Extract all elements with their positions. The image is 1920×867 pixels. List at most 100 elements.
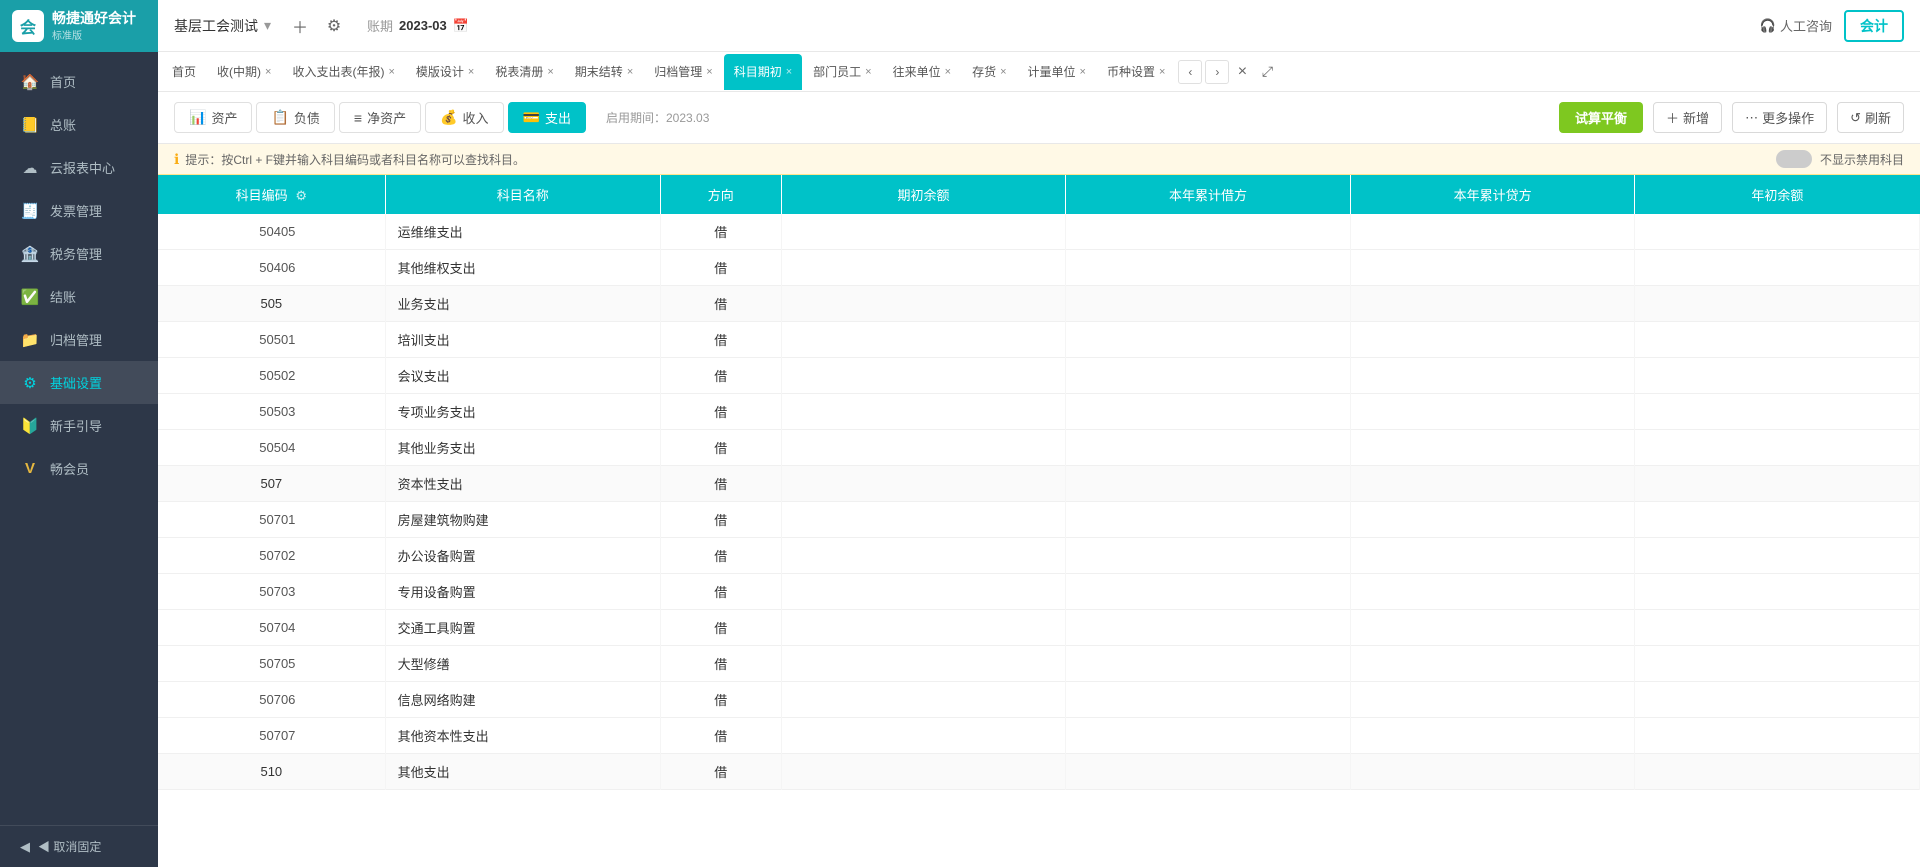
sub-tab-income[interactable]: 💰 收入	[425, 102, 503, 133]
cell-direction: 借	[660, 574, 781, 610]
tab-close-icon[interactable]: ×	[468, 66, 474, 78]
cell-opening[interactable]	[781, 430, 1066, 466]
table-row[interactable]: 50704 交通工具购置 借	[158, 610, 1920, 646]
sidebar-item-vip[interactable]: V 畅会员	[0, 447, 158, 490]
tabs-next-btn[interactable]: ›	[1205, 60, 1229, 84]
topbar-actions: ＋ ⚙	[287, 13, 347, 39]
tab-inventory[interactable]: 存货 ×	[962, 54, 1016, 90]
account-btn[interactable]: 会计	[1844, 10, 1904, 42]
cell-opening[interactable]	[781, 322, 1066, 358]
column-settings-icon[interactable]: ⚙	[295, 188, 307, 203]
balance-btn[interactable]: 试算平衡	[1559, 102, 1643, 133]
cell-opening[interactable]	[781, 682, 1066, 718]
sub-tab-net-asset[interactable]: ≡ 净资产	[339, 102, 421, 133]
tab-vendor[interactable]: 往来单位 ×	[883, 54, 961, 90]
table-row[interactable]: 50503 专项业务支出 借	[158, 394, 1920, 430]
toggle-disabled[interactable]	[1776, 150, 1812, 168]
notice-icon: ℹ	[174, 151, 179, 168]
table-row[interactable]: 50706 信息网络购建 借	[158, 682, 1920, 718]
company-selector[interactable]: 基层工会测试 ▾	[174, 16, 271, 36]
help-btn[interactable]: 🎧 人工咨询	[1760, 16, 1832, 35]
tab-close-icon[interactable]: ×	[1000, 66, 1006, 78]
table-row[interactable]: 50502 会议支出 借	[158, 358, 1920, 394]
cell-direction: 借	[660, 610, 781, 646]
tab-unit[interactable]: 计量单位 ×	[1018, 54, 1096, 90]
sidebar-item-archive[interactable]: 📁 归档管理	[0, 318, 158, 361]
tabs-prev-btn[interactable]: ‹	[1178, 60, 1202, 84]
cell-year-opening	[1635, 718, 1920, 754]
sidebar-item-ledger[interactable]: 📒 总账	[0, 103, 158, 146]
tab-tax[interactable]: 税表清册 ×	[485, 54, 563, 90]
cell-ytd-credit	[1350, 502, 1635, 538]
add-btn[interactable]: ＋ 新增	[1653, 102, 1722, 133]
table-row[interactable]: 50504 其他业务支出 借	[158, 430, 1920, 466]
refresh-btn[interactable]: ↺ 刷新	[1837, 102, 1904, 133]
table-row[interactable]: 50501 培训支出 借	[158, 322, 1920, 358]
table-row[interactable]: 510 其他支出 借	[158, 754, 1920, 790]
tabs-close-all-btn[interactable]: ×	[1230, 60, 1254, 84]
sidebar-item-invoice[interactable]: 🧾 发票管理	[0, 189, 158, 232]
settings-btn[interactable]: ⚙	[321, 13, 347, 39]
main-area: 基层工会测试 ▾ ＋ ⚙ 账期 2023-03 📅 🎧 人工咨询 会计 首页 收…	[158, 0, 1920, 867]
table-row[interactable]: 50405 运维维支出 借	[158, 214, 1920, 250]
tab-close-icon[interactable]: ×	[945, 66, 951, 78]
tab-close-icon[interactable]: ×	[547, 66, 553, 78]
tab-template[interactable]: 模版设计 ×	[406, 54, 484, 90]
cell-opening[interactable]	[781, 574, 1066, 610]
sub-tab-asset[interactable]: 📊 资产	[174, 102, 252, 133]
sidebar-collapse-btn[interactable]: ◀ ◀ 取消固定	[0, 825, 158, 867]
sidebar-item-report[interactable]: ☁ 云报表中心	[0, 146, 158, 189]
table-row[interactable]: 50406 其他维权支出 借	[158, 250, 1920, 286]
tab-close-icon[interactable]: ×	[786, 66, 792, 78]
tabs-expand-btn[interactable]: ⤢	[1255, 60, 1279, 84]
tab-close-icon[interactable]: ×	[265, 66, 271, 78]
tab-subject-init[interactable]: 科目期初 ×	[724, 54, 802, 90]
table-row[interactable]: 50703 专用设备购置 借	[158, 574, 1920, 610]
cell-opening[interactable]	[781, 250, 1066, 286]
sub-tab-liability[interactable]: 📋 负债	[256, 102, 334, 133]
sub-tab-expense[interactable]: 💳 支出	[508, 102, 586, 133]
cell-opening[interactable]	[781, 646, 1066, 682]
calendar-icon[interactable]: 📅	[453, 18, 469, 34]
table-row[interactable]: 505 业务支出 借	[158, 286, 1920, 322]
tab-close-icon[interactable]: ×	[865, 66, 871, 78]
add-company-btn[interactable]: ＋	[287, 13, 313, 39]
cell-opening[interactable]	[781, 214, 1066, 250]
cell-opening[interactable]	[781, 286, 1066, 322]
tab-archive[interactable]: 归档管理 ×	[644, 54, 722, 90]
table-row[interactable]: 50705 大型修缮 借	[158, 646, 1920, 682]
cell-opening[interactable]	[781, 502, 1066, 538]
sidebar-item-home[interactable]: 🏠 首页	[0, 60, 158, 103]
sidebar-item-checkout[interactable]: ✅ 结账	[0, 275, 158, 318]
cell-opening[interactable]	[781, 394, 1066, 430]
tab-close-icon[interactable]: ×	[1159, 66, 1165, 78]
tab-home[interactable]: 首页	[162, 54, 206, 90]
tab-dept[interactable]: 部门员工 ×	[803, 54, 881, 90]
more-btn[interactable]: ⋯ 更多操作	[1732, 102, 1827, 133]
table-row[interactable]: 50701 房屋建筑物购建 借	[158, 502, 1920, 538]
notice-text: 提示：按Ctrl + F键并输入科目编码或者科目名称可以查找科目。	[185, 151, 525, 168]
sub-tab-label: 净资产	[367, 108, 406, 127]
table-row[interactable]: 50702 办公设备购置 借	[158, 538, 1920, 574]
cell-name: 房屋建筑物购建	[385, 502, 660, 538]
sidebar-item-settings[interactable]: ⚙ 基础设置	[0, 361, 158, 404]
tab-close-icon[interactable]: ×	[627, 66, 633, 78]
cell-opening[interactable]	[781, 718, 1066, 754]
tab-close-icon[interactable]: ×	[388, 66, 394, 78]
cell-opening[interactable]	[781, 754, 1066, 790]
sidebar-item-tax[interactable]: 🏦 税务管理	[0, 232, 158, 275]
tab-period-end[interactable]: 期末结转 ×	[565, 54, 643, 90]
table-row[interactable]: 507 资本性支出 借	[158, 466, 1920, 502]
tab-income[interactable]: 收入支出表(年报) ×	[282, 54, 404, 90]
cell-ytd-credit	[1350, 754, 1635, 790]
cell-opening[interactable]	[781, 358, 1066, 394]
cell-opening[interactable]	[781, 466, 1066, 502]
cell-opening[interactable]	[781, 610, 1066, 646]
table-row[interactable]: 50707 其他资本性支出 借	[158, 718, 1920, 754]
tab-close-icon[interactable]: ×	[1080, 66, 1086, 78]
tab-cashier[interactable]: 收(中期) ×	[207, 54, 281, 90]
cell-opening[interactable]	[781, 538, 1066, 574]
tab-close-icon[interactable]: ×	[706, 66, 712, 78]
tab-currency[interactable]: 币种设置 ×	[1097, 54, 1175, 90]
sidebar-item-guide[interactable]: 🔰 新手引导	[0, 404, 158, 447]
